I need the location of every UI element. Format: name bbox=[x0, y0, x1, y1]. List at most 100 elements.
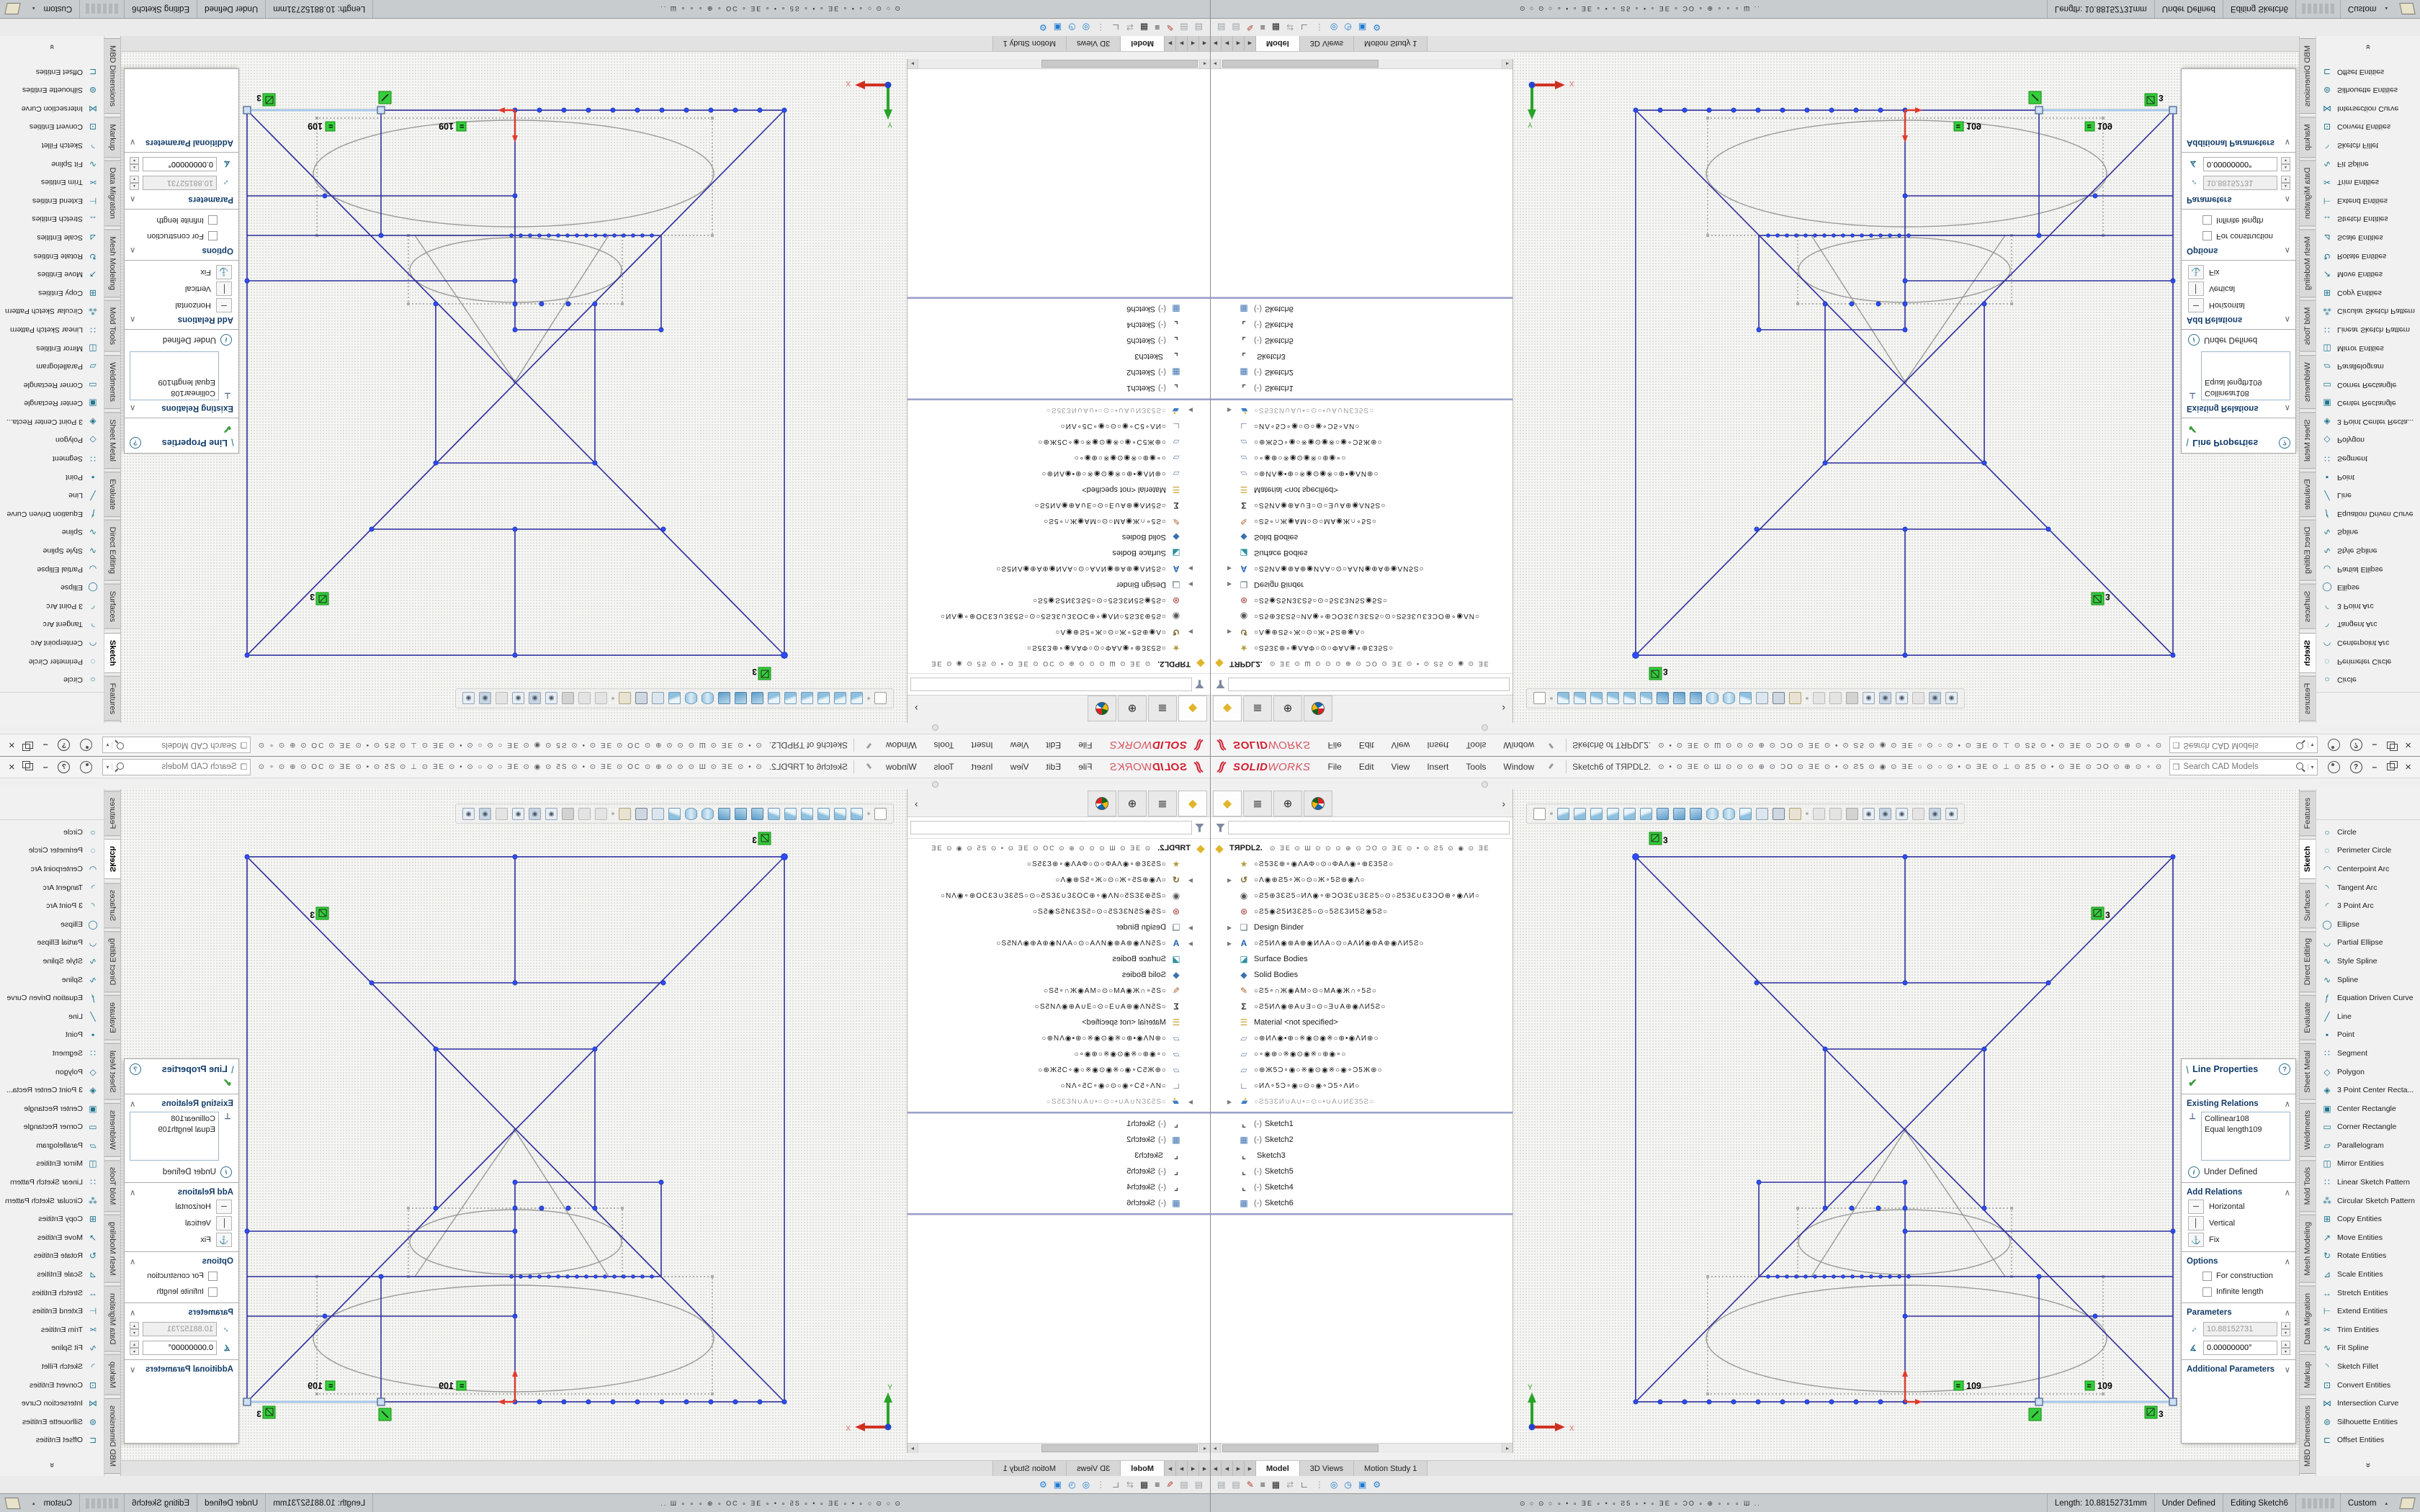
unit-system-selector[interactable]: Custom▴ bbox=[2340, 1494, 2395, 1512]
scroll-thumb[interactable] bbox=[1222, 60, 1379, 68]
command-tab[interactable]: Mold Tools bbox=[104, 300, 120, 352]
restore-button[interactable] bbox=[25, 763, 33, 770]
stepper-down-icon[interactable]: ▾ bbox=[2281, 176, 2290, 183]
search-box[interactable]: ❒ Search CAD Models ▾ bbox=[102, 759, 251, 775]
sketch-tree-item[interactable]: (-) Sketch1 bbox=[908, 380, 1210, 396]
collapse-icon[interactable]: ∧ bbox=[130, 315, 135, 325]
relation-button-icon[interactable]: │ bbox=[216, 1216, 232, 1230]
menu-item[interactable]: File bbox=[1321, 760, 1349, 774]
collapse-icon[interactable]: ∧ bbox=[2285, 1308, 2290, 1318]
tool-item[interactable]: ◫ Mirror Entities bbox=[0, 1155, 104, 1174]
add-relation-row[interactable]: ⚓ Fix bbox=[130, 1233, 232, 1247]
tree-item[interactable]: ○Ƨ5∘∩Ж◉ΑΜ○⊙○ΜΑ◉Ж∩∘5Ƨ○ bbox=[1210, 513, 1512, 529]
checkbox[interactable] bbox=[2202, 1287, 2212, 1297]
restore-button[interactable] bbox=[25, 742, 33, 749]
help-icon[interactable]: ? bbox=[58, 761, 70, 773]
angle-field[interactable]: 0.00000000° bbox=[2203, 157, 2277, 171]
tool-item[interactable]: ƒ Equation Driven Curve bbox=[2316, 989, 2420, 1007]
add-relation-row[interactable]: ─ Horizontal bbox=[130, 298, 232, 312]
restore-button[interactable] bbox=[2387, 763, 2395, 770]
length-stepper[interactable]: ▴▾ bbox=[130, 176, 139, 190]
sketch-tree-item[interactable]: (-) Sketch6 bbox=[908, 1195, 1210, 1211]
tool-item[interactable]: ◇ Polygon bbox=[2316, 431, 2420, 450]
tool-item[interactable]: ∷ Segment bbox=[2316, 449, 2420, 468]
scroll-right-icon[interactable]: ▸ bbox=[1502, 1444, 1512, 1453]
tree-item[interactable]: ○∘◉⊕○※◉⊙◉※○⊕◉∘○ bbox=[1210, 450, 1512, 466]
tab-nav-arrow-icon[interactable]: ◀ bbox=[1187, 1461, 1198, 1477]
tool-item[interactable]: ⊏ Offset Entities bbox=[0, 1431, 104, 1450]
tool-item[interactable]: ƒ Equation Driven Curve bbox=[2316, 505, 2420, 523]
command-tab[interactable]: Markup bbox=[2300, 117, 2316, 158]
tool-item[interactable]: ⊞ Copy Entities bbox=[0, 1210, 104, 1228]
tool-item[interactable]: ▪ Point bbox=[2316, 1026, 2420, 1045]
toolbar-icon[interactable] bbox=[1623, 693, 1636, 705]
panel-grip-icon[interactable] bbox=[932, 781, 938, 788]
tree-item[interactable]: Material <not specified> bbox=[1210, 482, 1512, 498]
option-row[interactable]: Infinite length bbox=[2202, 214, 2290, 227]
tool-item[interactable]: ◠ Centerpoint Arc bbox=[2316, 860, 2420, 878]
sketch-tree-item[interactable]: (-) Sketch1 bbox=[1210, 1116, 1512, 1132]
help-icon[interactable]: ? bbox=[2279, 437, 2290, 449]
tree-item[interactable]: ○∘◉⊕○※◉⊙◉※○⊕◉∘○ bbox=[908, 1046, 1210, 1062]
scroll-left-icon[interactable]: ◂ bbox=[1210, 59, 1221, 68]
length-stepper[interactable]: ▴▾ bbox=[2281, 176, 2290, 190]
tool-item[interactable]: ◈ 3 Point Center Recta... bbox=[2316, 1081, 2420, 1099]
command-tab[interactable]: Weldments bbox=[104, 355, 120, 409]
tool-item[interactable]: ○ Circle bbox=[2316, 670, 2420, 689]
command-tab[interactable]: Sketch bbox=[2300, 839, 2316, 879]
tool-item[interactable]: ⊢ Extend Entities bbox=[2316, 1302, 2420, 1320]
toolbar-icon[interactable] bbox=[496, 808, 508, 820]
toolbar-icon[interactable] bbox=[652, 808, 664, 820]
display-style-icon[interactable]: ◎ bbox=[1083, 22, 1090, 32]
tool-item[interactable]: ○ Circle bbox=[2316, 823, 2420, 842]
tree-item[interactable]: ▶ ○Λ◉⊕Ƨ5∘Ж○⊙○Ж∘5Ƨ⊕◉Λ○ bbox=[908, 872, 1210, 888]
toolbar-icon[interactable] bbox=[735, 808, 747, 820]
relation-badge-bottomright[interactable]: 3 bbox=[256, 1406, 275, 1419]
search-box[interactable]: ❒ Search CAD Models ▾ bbox=[102, 737, 251, 754]
construction-entities[interactable] bbox=[1706, 118, 2107, 382]
tree-item[interactable]: Material <not specified> bbox=[1210, 1014, 1512, 1030]
relation-badge-line[interactable] bbox=[2029, 1408, 2041, 1421]
pin-menu-icon[interactable] bbox=[1547, 763, 1554, 770]
command-tab[interactable]: Evaluate bbox=[2300, 472, 2316, 517]
option-row[interactable]: Infinite length bbox=[130, 214, 218, 227]
menu-item[interactable]: Window bbox=[1496, 738, 1541, 752]
display-style-icon[interactable]: ◎ bbox=[1083, 1480, 1090, 1490]
toolbar-icon[interactable] bbox=[1739, 693, 1752, 705]
tree-item[interactable]: ○Ƨ5◉Ƨ5И3ƐƧ5○⊙○5ƧƐ3И5Ƨ◉5Ƨ○ bbox=[908, 904, 1210, 919]
relation-badge-topleft[interactable]: 3 bbox=[752, 667, 771, 680]
tree-item[interactable]: ○Ƨ53Ɛ⊕∘◉ΛΑΦ○⊙○ΦΑΛ◉∘⊕Ɛ35Ƨ○ bbox=[908, 856, 1210, 872]
toolbar-icon[interactable] bbox=[1574, 693, 1586, 705]
tool-item[interactable]: ╱ Line bbox=[0, 486, 104, 505]
toolbar-icon[interactable] bbox=[1557, 693, 1569, 705]
tab-nav-arrow-icon[interactable]: ◀ bbox=[1210, 1461, 1222, 1477]
menu-item[interactable]: Tools bbox=[927, 760, 962, 774]
search-dropdown-icon[interactable]: ▾ bbox=[106, 742, 112, 749]
document-tab[interactable]: 3D Views bbox=[1300, 1461, 1354, 1477]
toolbar-icon[interactable] bbox=[479, 693, 491, 705]
tool-item[interactable]: ∷ Linear Sketch Pattern bbox=[2316, 320, 2420, 339]
command-tab[interactable]: Markup bbox=[104, 1354, 120, 1395]
tree-item[interactable]: ▶ ○Ƨ5ИΛ◉⊕Α⊕◉ИΛΑ○⊙○ΑΛИ◉⊕Α⊕◉ΛИ5Ƨ○ bbox=[908, 935, 1210, 951]
stepper-up-icon[interactable]: ▴ bbox=[2281, 183, 2290, 190]
toolbar-icon[interactable] bbox=[1879, 693, 1891, 705]
stepper-down-icon[interactable]: ▾ bbox=[130, 1329, 139, 1336]
toolbar-icon[interactable] bbox=[529, 808, 541, 820]
tab-featuremanager-tree[interactable]: ◆ bbox=[1178, 696, 1207, 721]
display-style-icon[interactable]: ⋮ bbox=[1096, 22, 1105, 32]
length-stepper[interactable]: ▴▾ bbox=[2281, 1322, 2290, 1336]
add-relation-row[interactable]: ⚓ Fix bbox=[2188, 265, 2290, 279]
menu-item[interactable]: Edit bbox=[1352, 760, 1381, 774]
sketch-tree-item[interactable]: (-) Sketch1 bbox=[908, 1116, 1210, 1132]
tree-horizontal-scrollbar[interactable]: ◂ ▸ bbox=[908, 59, 1210, 69]
toolbar-icon[interactable] bbox=[784, 693, 797, 705]
tool-item[interactable]: ↔ Stretch Entities bbox=[2316, 210, 2420, 229]
display-style-icon[interactable]: ▤ bbox=[1180, 22, 1188, 32]
toolbar-icon[interactable] bbox=[1706, 808, 1718, 820]
toolbar-icon[interactable] bbox=[718, 693, 730, 705]
sketch-tree-item[interactable]: (-) Sketch6 bbox=[908, 301, 1210, 317]
display-style-icon[interactable]: ▤ bbox=[1217, 1480, 1225, 1490]
search-icon[interactable] bbox=[117, 762, 124, 770]
tree-item[interactable]: ○⊕Ж5Ɔ∘◉○※◉⊙◉※○◉∘Ɔ5Ж⊕○ bbox=[1210, 434, 1512, 450]
relation-badge-line[interactable] bbox=[379, 91, 391, 104]
